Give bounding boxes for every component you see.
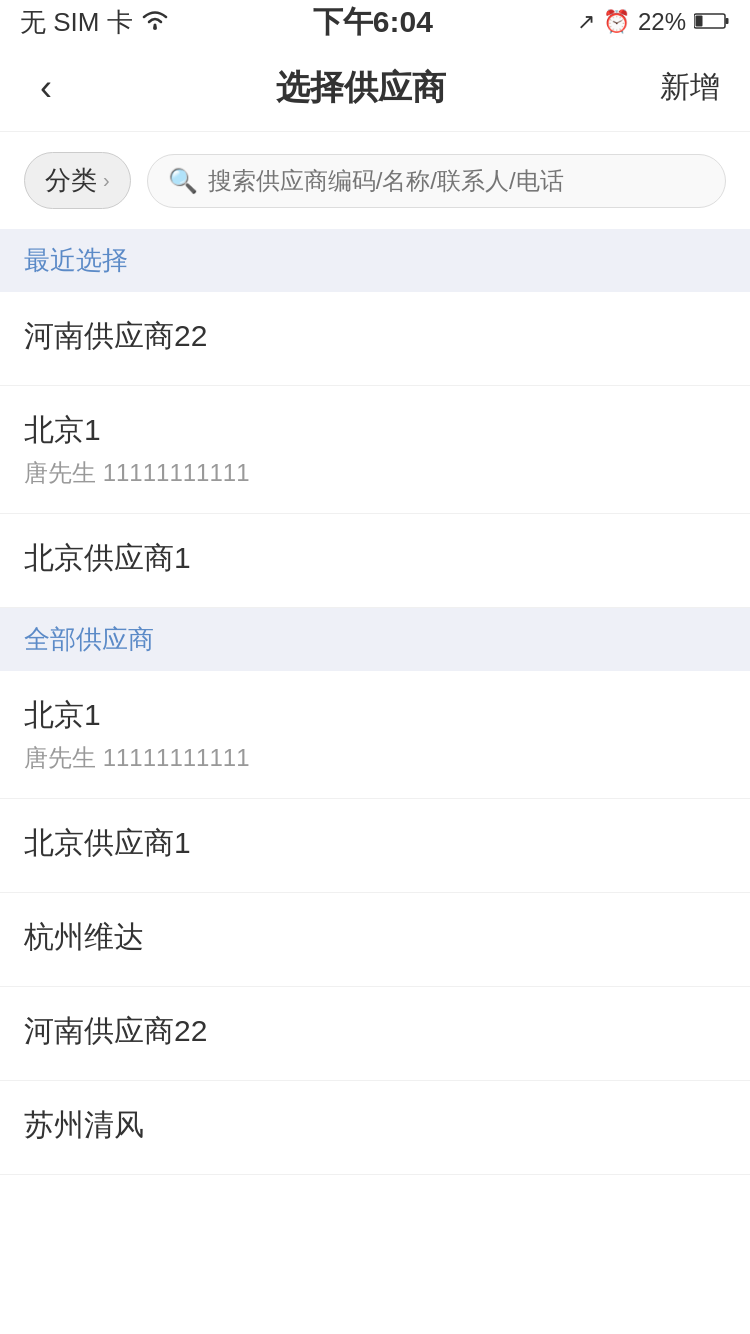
category-button[interactable]: 分类 ›: [24, 152, 131, 209]
recent-section-header: 最近选择: [0, 229, 750, 292]
list-item[interactable]: 北京供应商1: [0, 799, 750, 893]
item-name: 苏州清风: [24, 1105, 726, 1146]
status-time: 下午6:04: [313, 2, 433, 43]
search-icon: 🔍: [168, 167, 198, 195]
battery-text: 22%: [638, 8, 686, 36]
category-label: 分类: [45, 163, 97, 198]
page-title: 选择供应商: [276, 65, 446, 111]
list-item[interactable]: 河南供应商22: [0, 987, 750, 1081]
chevron-right-icon: ›: [103, 169, 110, 192]
wifi-icon: [141, 7, 169, 38]
nav-bar: ‹ 选择供应商 新增: [0, 44, 750, 132]
list-item[interactable]: 北京供应商1: [0, 514, 750, 608]
add-button[interactable]: 新增: [660, 67, 720, 108]
list-item[interactable]: 河南供应商22: [0, 292, 750, 386]
filter-bar: 分类 › 🔍: [0, 132, 750, 229]
recent-section-title: 最近选择: [24, 245, 128, 275]
no-sim-text: 无 SIM 卡: [20, 5, 133, 40]
item-name: 北京供应商1: [24, 823, 726, 864]
list-item[interactable]: 北京1 唐先生 11111111111: [0, 386, 750, 514]
back-button[interactable]: ‹: [30, 57, 62, 119]
item-name: 北京1: [24, 695, 726, 736]
item-name: 杭州维达: [24, 917, 726, 958]
svg-rect-3: [695, 16, 702, 27]
item-name: 北京1: [24, 410, 726, 451]
list-item[interactable]: 北京1 唐先生 11111111111: [0, 671, 750, 799]
search-input[interactable]: [208, 167, 705, 195]
item-name: 北京供应商1: [24, 538, 726, 579]
list-item[interactable]: 苏州清风: [0, 1081, 750, 1175]
svg-point-0: [153, 26, 157, 30]
status-right: ↗ ⏰ 22%: [577, 8, 730, 36]
svg-rect-2: [725, 18, 728, 24]
list-item[interactable]: 杭州维达: [0, 893, 750, 987]
location-icon: ↗: [577, 9, 595, 35]
battery-icon: [694, 8, 730, 36]
search-box[interactable]: 🔍: [147, 154, 726, 208]
alarm-icon: ⏰: [603, 9, 630, 35]
all-list: 北京1 唐先生 11111111111 北京供应商1 杭州维达河南供应商22 苏州清风: [0, 671, 750, 1175]
item-detail: 唐先生 11111111111: [24, 742, 726, 774]
all-section-header: 全部供应商: [0, 608, 750, 671]
item-name: 河南供应商22: [24, 316, 726, 357]
status-bar: 无 SIM 卡 下午6:04 ↗ ⏰ 22%: [0, 0, 750, 44]
item-detail: 唐先生 11111111111: [24, 457, 726, 489]
recent-list: 河南供应商22 北京1 唐先生 11111111111 北京供应商1: [0, 292, 750, 608]
status-left: 无 SIM 卡: [20, 5, 169, 40]
all-section-title: 全部供应商: [24, 624, 154, 654]
item-name: 河南供应商22: [24, 1011, 726, 1052]
